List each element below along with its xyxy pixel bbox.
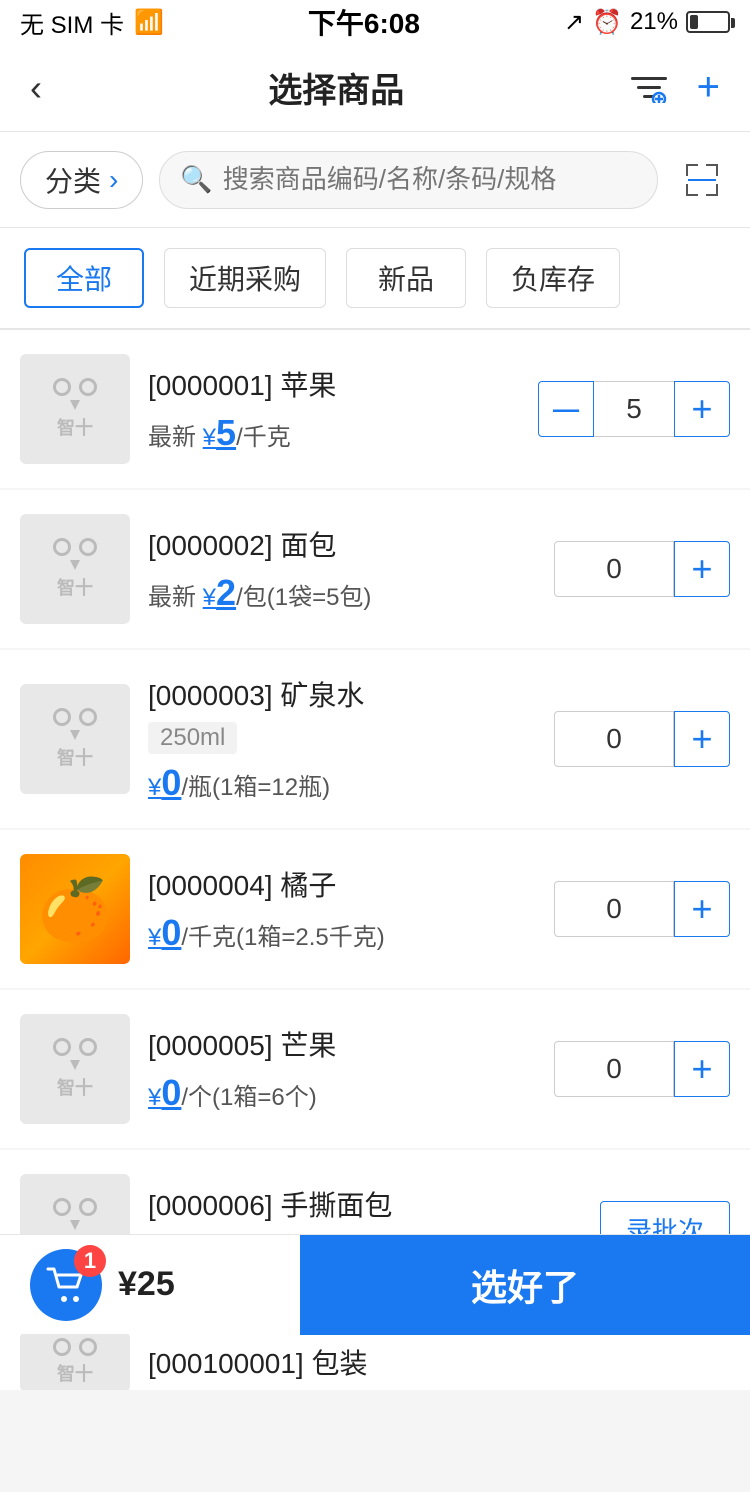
nav-left: ‹ bbox=[30, 67, 42, 109]
filter-button[interactable] bbox=[631, 73, 667, 103]
page-title: 选择商品 bbox=[268, 63, 404, 112]
product-info: [000100001] 包装 bbox=[130, 1342, 730, 1382]
product-price: ¥0/个(1箱=6个) bbox=[148, 1072, 536, 1114]
wifi-icon: 📶 bbox=[134, 8, 164, 37]
category-chevron: › bbox=[109, 164, 118, 196]
product-item: 智十 [0000003] 矿泉水 250ml ¥0/瓶(1箱=12瓶) + bbox=[0, 650, 750, 828]
category-button[interactable]: 分类 › bbox=[20, 151, 143, 209]
scan-button[interactable] bbox=[674, 152, 730, 208]
products-list: 智十 [0000001] 苹果 最新 ¥5/千克 － + 智十 [0000002… bbox=[0, 330, 750, 1390]
back-icon: ‹ bbox=[30, 67, 42, 109]
product-item: 🍊 [0000004] 橘子 ¥0/千克(1箱=2.5千克) + bbox=[0, 830, 750, 988]
cart-badge: 1 bbox=[74, 1245, 106, 1277]
qty-input[interactable] bbox=[554, 541, 674, 597]
product-info: [0000004] 橘子 ¥0/千克(1箱=2.5千克) bbox=[130, 864, 554, 954]
search-icon: 🔍 bbox=[180, 164, 212, 195]
status-left: 无 SIM 卡 📶 bbox=[20, 5, 164, 40]
filter-bar: 分类 › 🔍 bbox=[0, 132, 750, 228]
product-name: [0000005] 芒果 bbox=[148, 1024, 536, 1064]
owl-logo: 智十 bbox=[53, 1038, 97, 1100]
product-item: 智十 [0000002] 面包 最新 ¥2/包(1袋=5包) + bbox=[0, 490, 750, 648]
product-price: ¥0/瓶(1箱=12瓶) bbox=[148, 762, 536, 804]
category-label: 分类 bbox=[45, 160, 101, 200]
tab-recent[interactable]: 近期采购 bbox=[164, 248, 326, 308]
quantity-control: + bbox=[554, 711, 730, 767]
checkout-button[interactable]: 选好了 bbox=[300, 1235, 750, 1335]
status-bar: 无 SIM 卡 📶 下午6:08 ↗ ⏰ 21% bbox=[0, 0, 750, 44]
qty-minus-button[interactable]: － bbox=[538, 381, 594, 437]
tab-recent-label: 近期采购 bbox=[189, 258, 301, 298]
quantity-control: － + bbox=[538, 381, 730, 437]
tab-negative[interactable]: 负库存 bbox=[486, 248, 620, 308]
product-name: [0000004] 橘子 bbox=[148, 864, 536, 904]
location-icon: ↗ bbox=[564, 8, 584, 37]
nav-right: + bbox=[631, 65, 720, 110]
cart-total: ¥25 bbox=[118, 1265, 175, 1304]
nav-bar: ‹ 选择商品 + bbox=[0, 44, 750, 132]
product-price: ¥0/千克(1箱=2.5千克) bbox=[148, 912, 536, 954]
carrier-label: 无 SIM 卡 bbox=[20, 5, 124, 40]
product-thumbnail: 智十 bbox=[20, 684, 130, 794]
product-info: [0000001] 苹果 最新 ¥5/千克 bbox=[130, 364, 538, 454]
product-thumbnail: 智十 bbox=[20, 1332, 130, 1390]
owl-logo: 智十 bbox=[53, 708, 97, 770]
scan-icon bbox=[682, 160, 722, 200]
tab-all-label: 全部 bbox=[56, 258, 112, 298]
search-input[interactable] bbox=[223, 164, 637, 195]
product-price: 最新 ¥2/包(1袋=5包) bbox=[148, 572, 536, 614]
tab-new[interactable]: 新品 bbox=[346, 248, 466, 308]
product-thumbnail: 智十 bbox=[20, 354, 130, 464]
qty-input[interactable] bbox=[554, 881, 674, 937]
add-icon: + bbox=[697, 65, 720, 110]
qty-plus-button[interactable]: + bbox=[674, 541, 730, 597]
bottom-bar: 1 ¥25 选好了 bbox=[0, 1234, 750, 1334]
tab-negative-label: 负库存 bbox=[511, 258, 595, 298]
checkout-label: 选好了 bbox=[471, 1267, 579, 1308]
product-item: 智十 [0000005] 芒果 ¥0/个(1箱=6个) + bbox=[0, 990, 750, 1148]
cart-icon-wrap[interactable]: 1 bbox=[30, 1249, 102, 1321]
product-name: [000100001] 包装 bbox=[148, 1342, 712, 1382]
product-spec: 250ml bbox=[148, 722, 237, 754]
product-name: [0000003] 矿泉水 bbox=[148, 674, 536, 714]
battery-icon bbox=[686, 11, 730, 33]
filter-icon bbox=[631, 73, 667, 103]
product-info: [0000003] 矿泉水 250ml ¥0/瓶(1箱=12瓶) bbox=[130, 674, 554, 804]
tab-new-label: 新品 bbox=[378, 258, 434, 298]
qty-plus-button[interactable]: + bbox=[674, 711, 730, 767]
tab-bar: 全部 近期采购 新品 负库存 bbox=[0, 228, 750, 330]
product-thumbnail: 智十 bbox=[20, 1014, 130, 1124]
qty-plus-button[interactable]: + bbox=[674, 381, 730, 437]
battery-percent: 21% bbox=[630, 8, 678, 36]
status-right: ↗ ⏰ 21% bbox=[564, 8, 730, 37]
product-price: 最新 ¥5/千克 bbox=[148, 412, 520, 454]
back-button[interactable]: ‹ bbox=[30, 67, 42, 109]
qty-input[interactable] bbox=[554, 711, 674, 767]
status-time: 下午6:08 bbox=[308, 2, 420, 42]
qty-input[interactable] bbox=[554, 1041, 674, 1097]
cart-section: 1 ¥25 bbox=[0, 1249, 300, 1321]
alarm-icon: ⏰ bbox=[592, 8, 622, 37]
add-button[interactable]: + bbox=[697, 65, 720, 110]
product-item: 智十 [0000001] 苹果 最新 ¥5/千克 － + bbox=[0, 330, 750, 488]
product-info: [0000002] 面包 最新 ¥2/包(1袋=5包) bbox=[130, 524, 554, 614]
product-thumbnail: 🍊 bbox=[20, 854, 130, 964]
owl-logo: 智十 bbox=[53, 1338, 97, 1386]
quantity-control: + bbox=[554, 1041, 730, 1097]
quantity-control: + bbox=[554, 541, 730, 597]
qty-plus-button[interactable]: + bbox=[674, 1041, 730, 1097]
owl-logo: 智十 bbox=[53, 378, 97, 440]
qty-plus-button[interactable]: + bbox=[674, 881, 730, 937]
product-name: [0000006] 手撕面包 bbox=[148, 1184, 582, 1224]
tab-all[interactable]: 全部 bbox=[24, 248, 144, 308]
owl-logo: 智十 bbox=[53, 538, 97, 600]
search-box: 🔍 bbox=[159, 151, 658, 209]
quantity-control: + bbox=[554, 881, 730, 937]
product-thumbnail: 智十 bbox=[20, 514, 130, 624]
product-name: [0000001] 苹果 bbox=[148, 364, 520, 404]
product-info: [0000005] 芒果 ¥0/个(1箱=6个) bbox=[130, 1024, 554, 1114]
product-name: [0000002] 面包 bbox=[148, 524, 536, 564]
qty-input[interactable] bbox=[594, 381, 674, 437]
